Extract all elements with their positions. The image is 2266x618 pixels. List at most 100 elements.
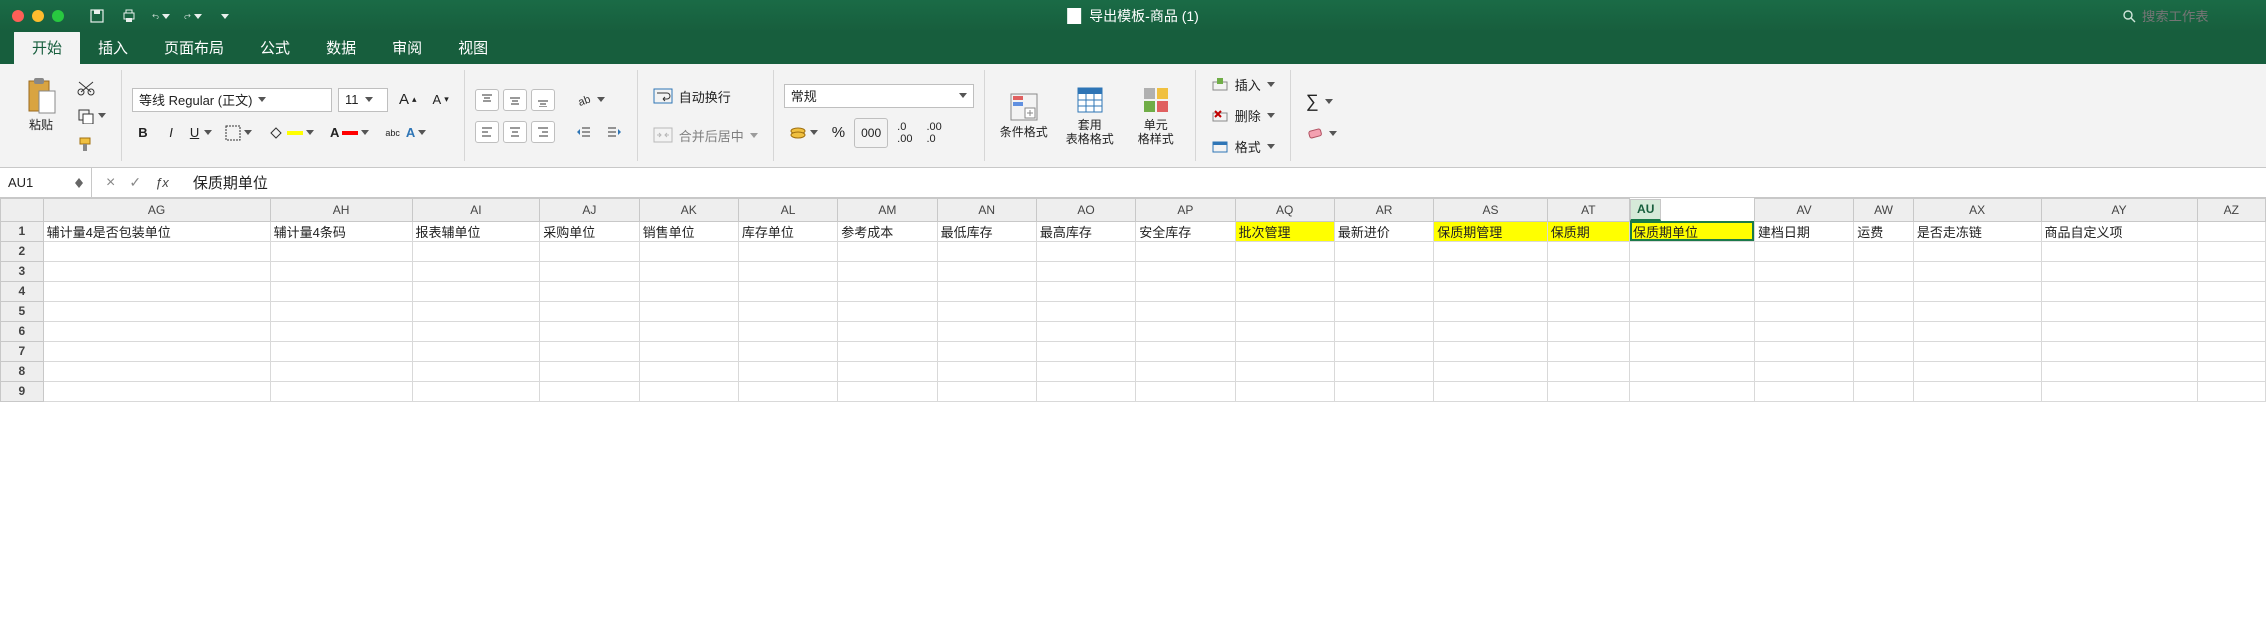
- cell[interactable]: [1235, 341, 1334, 361]
- cell[interactable]: [738, 321, 837, 341]
- cell[interactable]: [838, 301, 937, 321]
- cell[interactable]: [1547, 341, 1629, 361]
- cell[interactable]: [639, 241, 738, 261]
- table-format-button[interactable]: 套用 表格格式: [1061, 82, 1119, 148]
- bold-button[interactable]: B: [132, 122, 154, 143]
- font-name-select[interactable]: 等线 Regular (正文): [132, 88, 332, 112]
- cell[interactable]: [937, 321, 1036, 341]
- cell[interactable]: [639, 361, 738, 381]
- cell[interactable]: [1913, 381, 2041, 401]
- cell[interactable]: 辅计量4是否包装单位: [43, 221, 270, 241]
- decrease-decimal-button[interactable]: .00.0: [921, 118, 946, 148]
- cell[interactable]: 辅计量4条码: [270, 221, 412, 241]
- cell[interactable]: [1854, 341, 1914, 361]
- cell[interactable]: 保质期管理: [1434, 221, 1548, 241]
- wrap-text-button[interactable]: 自动换行: [648, 84, 736, 109]
- decrease-indent-button[interactable]: [571, 121, 597, 143]
- column-header[interactable]: AY: [2041, 199, 2197, 222]
- column-header[interactable]: AS: [1434, 199, 1548, 222]
- cell[interactable]: [1754, 321, 1853, 341]
- orientation-button[interactable]: ab: [571, 89, 610, 111]
- row-header[interactable]: 5: [1, 301, 44, 321]
- cell[interactable]: [1434, 301, 1548, 321]
- cell[interactable]: [738, 381, 837, 401]
- increase-indent-button[interactable]: [601, 121, 627, 143]
- cell[interactable]: [1754, 301, 1853, 321]
- cell[interactable]: [270, 381, 412, 401]
- cell[interactable]: 安全库存: [1136, 221, 1235, 241]
- cell[interactable]: 采购单位: [540, 221, 639, 241]
- cell[interactable]: [1136, 261, 1235, 281]
- cell[interactable]: [43, 281, 270, 301]
- cell[interactable]: [1547, 361, 1629, 381]
- cell[interactable]: [937, 241, 1036, 261]
- align-left-button[interactable]: [475, 121, 499, 143]
- cell[interactable]: [540, 341, 639, 361]
- cell[interactable]: [2197, 221, 2265, 241]
- fill-color-button[interactable]: [263, 122, 319, 144]
- cell[interactable]: [937, 301, 1036, 321]
- column-header[interactable]: AQ: [1235, 199, 1334, 222]
- cell[interactable]: [2197, 241, 2265, 261]
- cell[interactable]: [639, 281, 738, 301]
- column-header[interactable]: AJ: [540, 199, 639, 222]
- align-center-button[interactable]: [503, 121, 527, 143]
- number-format-select[interactable]: 常规: [784, 84, 974, 108]
- cell[interactable]: 最高库存: [1036, 221, 1135, 241]
- cell[interactable]: 建档日期: [1754, 221, 1853, 241]
- cell[interactable]: [540, 381, 639, 401]
- column-header[interactable]: AT: [1547, 199, 1629, 222]
- cell[interactable]: [540, 321, 639, 341]
- cell[interactable]: [270, 281, 412, 301]
- cell[interactable]: 保质期: [1547, 221, 1629, 241]
- cell[interactable]: [639, 301, 738, 321]
- cell[interactable]: [43, 321, 270, 341]
- cell[interactable]: [1235, 321, 1334, 341]
- align-right-button[interactable]: [531, 121, 555, 143]
- column-header[interactable]: AV: [1754, 199, 1853, 222]
- cell[interactable]: [1235, 241, 1334, 261]
- qat-customize-icon[interactable]: [216, 7, 234, 25]
- cell[interactable]: [1913, 321, 2041, 341]
- cell[interactable]: [738, 361, 837, 381]
- cell[interactable]: [838, 281, 937, 301]
- cell[interactable]: [2197, 321, 2265, 341]
- minimize-window-button[interactable]: [32, 10, 44, 22]
- cell[interactable]: 库存单位: [738, 221, 837, 241]
- cell[interactable]: [1630, 341, 1755, 361]
- column-header[interactable]: AO: [1036, 199, 1135, 222]
- spreadsheet-grid[interactable]: AGAHAIAJAKALAMANAOAPAQARASATAUAVAWAXAYAZ…: [0, 198, 2266, 402]
- cell[interactable]: [1434, 281, 1548, 301]
- phonetic-button[interactable]: abcA: [380, 122, 431, 143]
- cell[interactable]: [43, 341, 270, 361]
- cell[interactable]: [2197, 361, 2265, 381]
- redo-icon[interactable]: [184, 7, 202, 25]
- cell[interactable]: [639, 341, 738, 361]
- cell[interactable]: [1136, 361, 1235, 381]
- cell[interactable]: [43, 301, 270, 321]
- cell[interactable]: [270, 321, 412, 341]
- cell[interactable]: [1754, 241, 1853, 261]
- cell[interactable]: [1913, 341, 2041, 361]
- cell[interactable]: [270, 301, 412, 321]
- cell[interactable]: [540, 361, 639, 381]
- save-icon[interactable]: [88, 7, 106, 25]
- cell[interactable]: [1913, 361, 2041, 381]
- cell[interactable]: [1854, 261, 1914, 281]
- confirm-edit-button[interactable]: ✓: [129, 174, 141, 191]
- zoom-window-button[interactable]: [52, 10, 64, 22]
- underline-button[interactable]: U: [188, 122, 214, 143]
- tab-insert[interactable]: 插入: [80, 31, 146, 64]
- cell[interactable]: [1754, 261, 1853, 281]
- column-header[interactable]: AW: [1854, 199, 1914, 222]
- cell[interactable]: [1754, 361, 1853, 381]
- cell[interactable]: [43, 241, 270, 261]
- cell[interactable]: [1036, 361, 1135, 381]
- cell[interactable]: [2041, 381, 2197, 401]
- clear-button[interactable]: [1301, 123, 1342, 143]
- cell[interactable]: [1235, 381, 1334, 401]
- cell[interactable]: [1630, 281, 1755, 301]
- cell[interactable]: [1854, 361, 1914, 381]
- cell[interactable]: [270, 341, 412, 361]
- cell[interactable]: [838, 361, 937, 381]
